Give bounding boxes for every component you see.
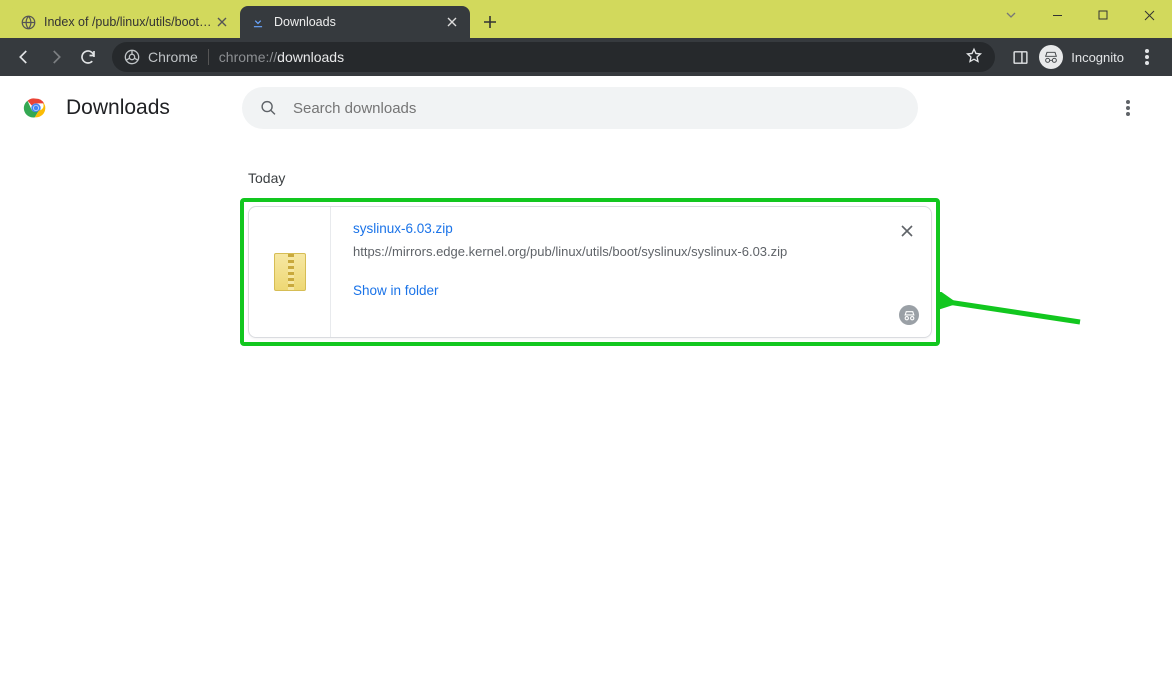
chrome-mono-icon <box>124 49 140 65</box>
reload-button[interactable] <box>72 41 104 73</box>
window-maximize-button[interactable] <box>1080 0 1126 30</box>
address-bar[interactable]: Chrome chrome://downloads <box>112 42 995 72</box>
address-scheme-label: Chrome <box>148 49 198 65</box>
browser-toolbar: Chrome chrome://downloads Incognito <box>0 38 1172 76</box>
window-titlebar: Index of /pub/linux/utils/boot/sy Downlo… <box>0 0 1172 38</box>
downloads-content: Today syslinux-6.03.zip https://mirrors.… <box>0 140 1172 338</box>
tab-downloads[interactable]: Downloads <box>240 6 470 38</box>
incognito-icon <box>1039 45 1063 69</box>
date-section-label: Today <box>248 170 1172 186</box>
new-tab-button[interactable] <box>476 8 504 36</box>
incognito-label: Incognito <box>1071 50 1124 65</box>
window-minimize-button[interactable] <box>1034 0 1080 30</box>
bookmark-star-icon[interactable] <box>965 47 983 68</box>
tab-title: Index of /pub/linux/utils/boot/sy <box>44 15 214 29</box>
file-type-icon <box>249 207 331 337</box>
download-icon <box>250 14 266 30</box>
download-item-card: syslinux-6.03.zip https://mirrors.edge.k… <box>248 206 932 338</box>
window-dropdown-button[interactable] <box>988 0 1034 30</box>
search-downloads-box[interactable] <box>242 87 918 129</box>
tab-index-page[interactable]: Index of /pub/linux/utils/boot/sy <box>10 6 240 38</box>
page-title: Downloads <box>66 96 170 120</box>
chrome-logo-icon <box>22 94 50 122</box>
download-source-url: https://mirrors.edge.kernel.org/pub/linu… <box>353 244 915 259</box>
zip-file-icon <box>274 253 306 291</box>
tab-close-button[interactable] <box>214 14 230 30</box>
remove-download-button[interactable] <box>897 221 917 241</box>
address-url: chrome://downloads <box>219 49 344 65</box>
globe-icon <box>20 14 36 30</box>
search-icon <box>260 99 277 117</box>
browser-menu-button[interactable] <box>1130 41 1164 73</box>
search-downloads-input[interactable] <box>293 100 900 117</box>
forward-button[interactable] <box>40 41 72 73</box>
page-header: Downloads <box>0 76 1172 140</box>
incognito-badge-icon <box>899 305 919 325</box>
show-in-folder-link[interactable]: Show in folder <box>353 283 915 298</box>
back-button[interactable] <box>8 41 40 73</box>
address-site-chip: Chrome <box>124 49 209 65</box>
tab-close-button[interactable] <box>444 14 460 30</box>
side-panel-button[interactable] <box>1003 41 1037 73</box>
downloads-menu-button[interactable] <box>1112 92 1144 124</box>
window-close-button[interactable] <box>1126 0 1172 30</box>
tab-title: Downloads <box>274 15 444 29</box>
download-filename-link[interactable]: syslinux-6.03.zip <box>353 221 915 236</box>
incognito-indicator[interactable]: Incognito <box>1037 43 1130 71</box>
